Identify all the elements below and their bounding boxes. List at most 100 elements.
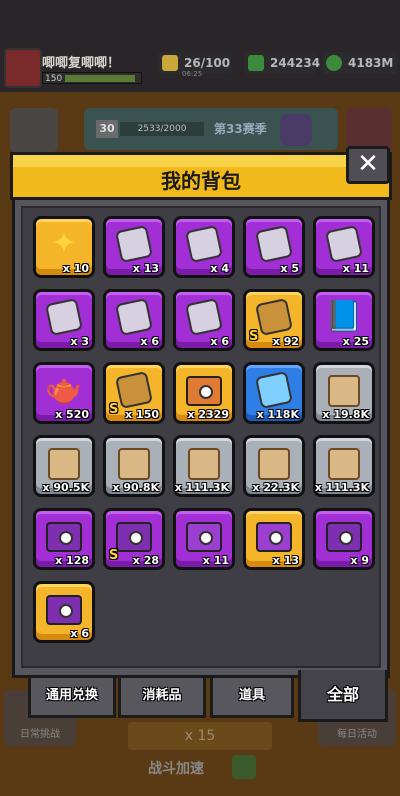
battle-boost-label: 战斗加速	[148, 761, 204, 777]
item-count: x 11	[342, 262, 369, 275]
item-count: x 13	[132, 262, 159, 275]
inventory-item[interactable]: x 13	[103, 216, 165, 278]
item-count: x 118K	[256, 408, 299, 421]
lock-icon	[199, 385, 213, 399]
lock-icon	[59, 604, 73, 618]
inventory-item[interactable]: x 111.3K	[313, 435, 375, 497]
inventory-item[interactable]: 🫖 x 520	[33, 362, 95, 424]
item-count: x 6	[70, 627, 89, 640]
energy-timer: 06:25	[182, 70, 203, 78]
item-count: x 11	[202, 554, 229, 567]
item-count: x 90.5K	[42, 481, 89, 494]
inventory-grid[interactable]: ✦ x 10 x 13 x 4x 5x 11 x 3x 6x 6Sx 92 📘 x 25 🫖 x…	[21, 206, 381, 668]
necklace-scroll-icon	[118, 448, 150, 480]
player-level: 150	[45, 74, 63, 84]
inventory-item[interactable]: x 13	[243, 508, 305, 570]
s-puzzle-icon	[115, 371, 153, 409]
glove-scroll-icon	[258, 448, 290, 480]
gem-value: 244234	[270, 56, 321, 70]
inventory-panel: ✦ x 10 x 13 x 4x 5x 11 x 3x 6x 6Sx 92 📘 x 25 🫖 x…	[12, 200, 390, 678]
inventory-item[interactable]: x 11	[313, 216, 375, 278]
item-count: x 2329	[187, 408, 229, 421]
belt-scroll-icon	[188, 448, 220, 480]
skill-book-icon: 📘	[325, 299, 363, 335]
s-rank-badge: S	[249, 329, 259, 344]
boot-scroll-icon	[328, 448, 360, 480]
inventory-item[interactable]: x 111.3K	[173, 435, 235, 497]
inventory-item[interactable]: x 90.8K	[103, 435, 165, 497]
inventory-item[interactable]: ✦ x 10	[33, 216, 95, 278]
item-count: x 9	[350, 554, 369, 567]
tab-0[interactable]: 通用兑换	[28, 678, 116, 718]
hex-chest-icon	[256, 522, 292, 552]
dual-lock-chest-icon	[46, 595, 82, 625]
backpack-modal: 我的背包 ✕ ✦ x 10 x 13 x 4 x 5 x 11 x 3 x 6 x 6 Sx 92…	[10, 146, 392, 722]
hex-chest-icon	[186, 522, 222, 552]
inventory-item[interactable]: x 6	[103, 289, 165, 351]
lock-icon	[269, 531, 283, 545]
chest-icon	[186, 376, 222, 406]
inventory-item[interactable]: x 118K	[243, 362, 305, 424]
inventory-item[interactable]: Sx 28	[103, 508, 165, 570]
item-count: x 19.8K	[322, 408, 369, 421]
item-count: x 6	[210, 335, 229, 348]
tab-3[interactable]: 全部	[298, 670, 388, 722]
coin-counter[interactable]: 4183M	[322, 52, 398, 74]
dual-lock-chest-icon	[326, 522, 362, 552]
lock-icon	[129, 531, 143, 545]
tab-1[interactable]: 消耗品	[118, 678, 206, 718]
inventory-item[interactable]: 📘 x 25	[313, 289, 375, 351]
player-name: 唧唧复唧唧！	[42, 56, 121, 71]
armor-scroll-icon	[48, 448, 80, 480]
item-count: x 111.3K	[174, 481, 229, 494]
lightning-icon	[162, 55, 178, 71]
item-count: x 25	[342, 335, 369, 348]
teapot-icon: 🫖	[45, 372, 83, 408]
inventory-item[interactable]: x 9	[313, 508, 375, 570]
inventory-item[interactable]: x 128	[33, 508, 95, 570]
menu-button[interactable]	[10, 108, 58, 152]
s-puzzle-icon	[255, 298, 293, 336]
inventory-item[interactable]: x 11	[173, 508, 235, 570]
season-exp: 2533/2000	[120, 122, 204, 136]
weapon-scroll-icon	[328, 375, 360, 407]
inventory-item[interactable]: Sx 92	[243, 289, 305, 351]
item-count: x 520	[55, 408, 89, 421]
inventory-item[interactable]: x 22.3K	[243, 435, 305, 497]
close-button[interactable]: ✕	[346, 146, 390, 184]
s-rank-badge: S	[109, 548, 119, 563]
lock-icon	[339, 531, 353, 545]
item-count: x 111.3K	[314, 481, 369, 494]
item-count: x 150	[125, 408, 159, 421]
season-shield-icon	[280, 114, 312, 146]
gem-counter[interactable]: 244234	[244, 52, 320, 74]
daily-challenge-label: 日常挑战	[20, 729, 60, 740]
hero-puzzle-icon	[185, 225, 223, 263]
hero-puzzle-icon	[325, 225, 363, 263]
season-banner[interactable]: 30 2533/2000 第33赛季	[84, 108, 338, 150]
inventory-item[interactable]: x 2329	[173, 362, 235, 424]
inventory-item[interactable]: x 6	[33, 581, 95, 643]
top-hud	[0, 0, 400, 100]
battle-boost-checkbox[interactable]	[232, 755, 256, 779]
item-count: x 22.3K	[252, 481, 299, 494]
tab-2[interactable]: 道具	[210, 678, 294, 718]
inventory-item[interactable]: x 4	[173, 216, 235, 278]
lock-icon	[199, 531, 213, 545]
modal-title: 我的背包	[161, 169, 241, 193]
item-count: x 10	[62, 262, 89, 275]
inventory-item[interactable]: x 3	[33, 289, 95, 351]
item-count: x 128	[55, 554, 89, 567]
item-count: x 5	[280, 262, 299, 275]
s-rank-badge: S	[109, 402, 119, 417]
inventory-item[interactable]: x 90.5K	[33, 435, 95, 497]
inventory-item[interactable]: x 5	[243, 216, 305, 278]
item-count: x 90.8K	[112, 481, 159, 494]
inventory-item[interactable]: x 6	[173, 289, 235, 351]
item-count: x 6	[140, 335, 159, 348]
star-shard-icon: ✦	[51, 226, 77, 262]
hero-puzzle-icon	[115, 225, 153, 263]
player-avatar[interactable]	[4, 48, 42, 88]
inventory-item[interactable]: Sx 150	[103, 362, 165, 424]
inventory-item[interactable]: x 19.8K	[313, 362, 375, 424]
